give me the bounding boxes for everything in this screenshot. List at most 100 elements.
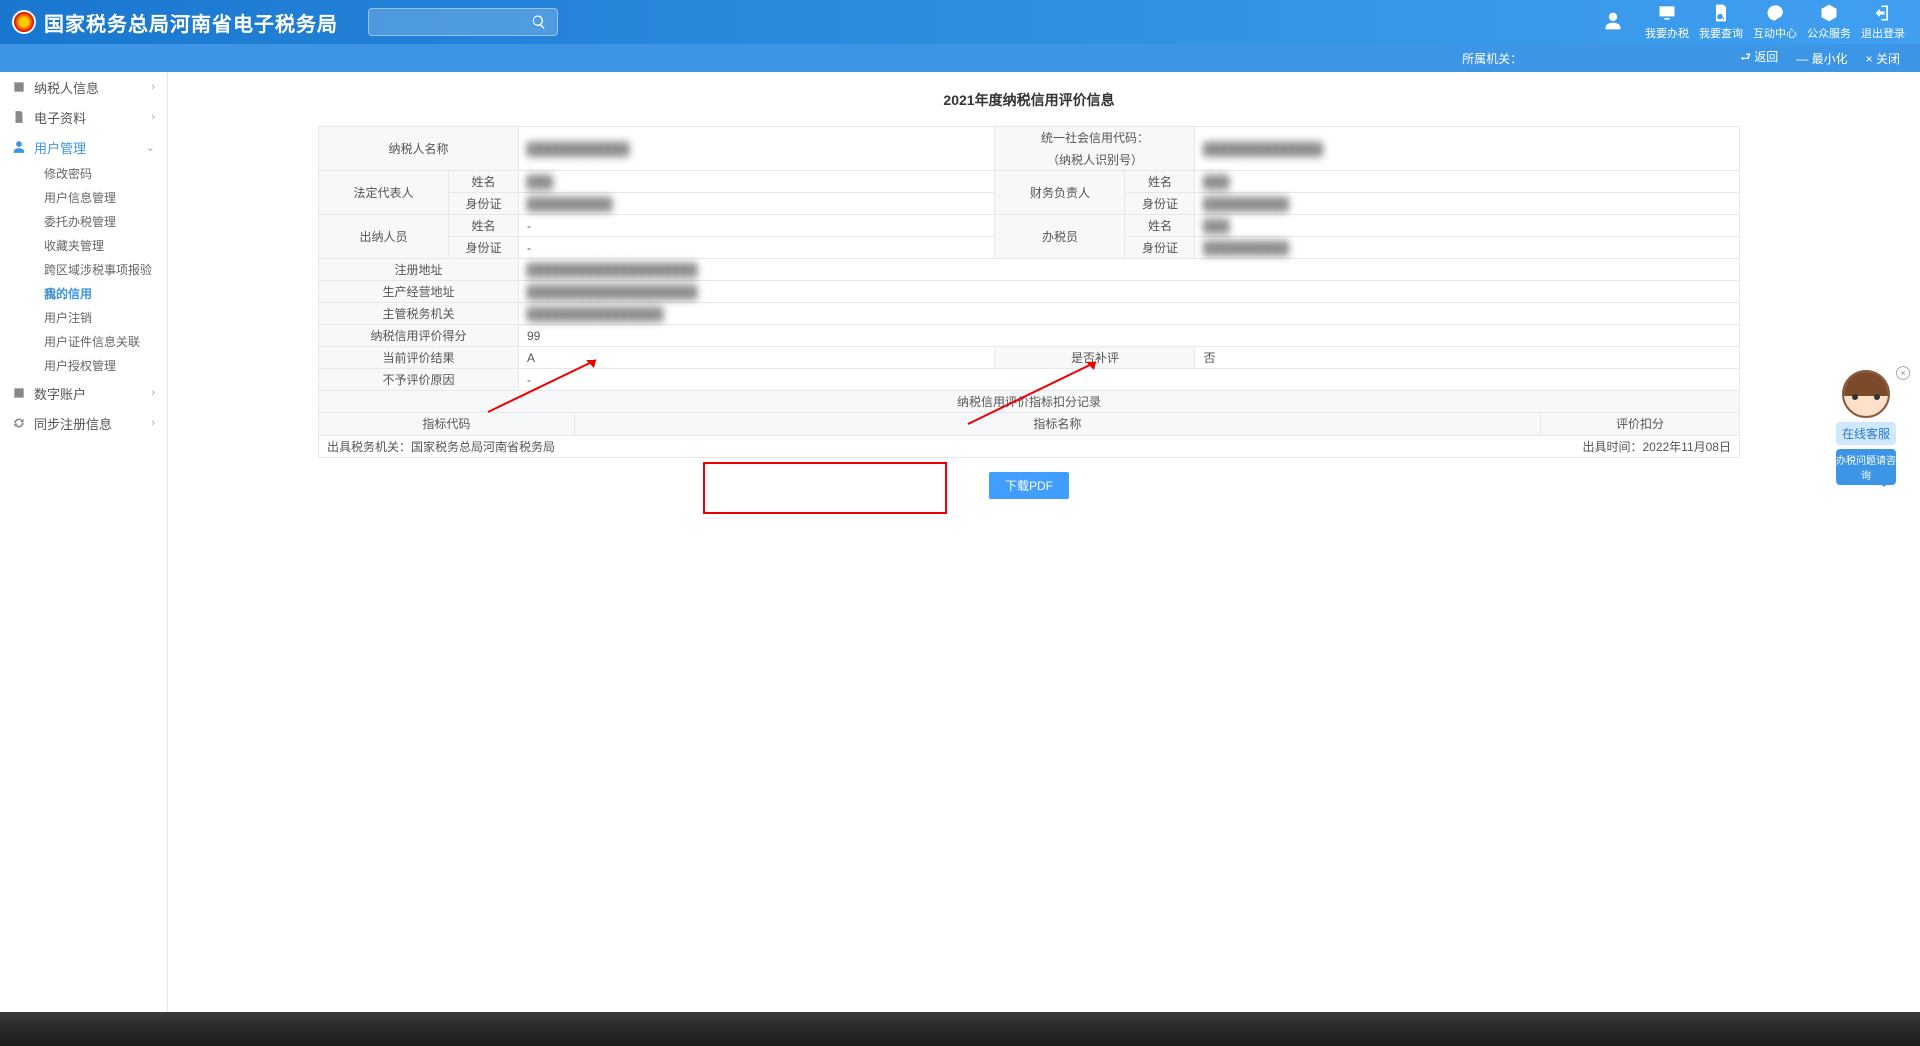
search-icon — [531, 14, 547, 30]
val-cashier-id: - — [519, 237, 995, 259]
os-taskbar[interactable] — [0, 1012, 1920, 1046]
cube-icon — [1819, 3, 1839, 23]
chevron-right-icon: › — [151, 81, 155, 93]
lbl-score: 纳税信用评价得分 — [319, 325, 519, 347]
col-code: 指标代码 — [319, 413, 575, 435]
col-deduct: 评价扣分 — [1541, 413, 1740, 435]
user-icon — [1603, 11, 1623, 31]
app-title: 国家税务总局河南省电子税务局 — [44, 8, 338, 37]
chevron-right-icon: › — [151, 417, 155, 429]
top-header: 国家税务总局河南省电子税务局 我要办税 我要查询 互动中心 公众服务 退出登录 — [0, 0, 1920, 44]
val-no-eval: - — [519, 369, 1740, 391]
val-legal-name: ███ — [519, 171, 995, 193]
chat-icon — [1765, 3, 1785, 23]
sidebar-item-delegate[interactable]: 委托办税管理 — [0, 210, 167, 234]
lbl-cashier: 出纳人员 — [319, 215, 449, 259]
lbl-result: 当前评价结果 — [319, 347, 519, 369]
lbl-taxpayer-name: 纳税人名称 — [319, 127, 519, 171]
nav-logout[interactable]: 退出登录 — [1856, 0, 1910, 44]
val-taxpayer-name: ████████████ — [519, 127, 995, 171]
minimize-link[interactable]: — 最小化 — [1796, 50, 1847, 67]
val-uscc: ██████████████ — [1195, 127, 1740, 171]
nav-interact[interactable]: 互动中心 — [1748, 0, 1802, 44]
sidebar-item-change-pwd[interactable]: 修改密码 — [0, 162, 167, 186]
emblem-icon — [12, 10, 36, 34]
sidebar-user-mgmt[interactable]: 用户管理⌄ — [0, 132, 167, 162]
sidebar-item-cross-region[interactable]: 跨区域涉税事项报验用... — [0, 258, 167, 282]
nav-user[interactable] — [1586, 0, 1640, 44]
sidebar-item-my-credit[interactable]: 我的信用 — [0, 282, 167, 306]
sidebar-item-favorites[interactable]: 收藏夹管理 — [0, 234, 167, 258]
sidebar-digital-acct[interactable]: 数字账户› — [0, 378, 167, 408]
service-subtitle: 办税问题请咨询 — [1836, 449, 1896, 485]
sidebar-sync-reg[interactable]: 同步注册信息› — [0, 408, 167, 438]
deduct-table: 指标代码 指标名称 评价扣分 — [318, 413, 1740, 436]
lbl-id: 身份证 — [1125, 193, 1195, 215]
sync-icon — [12, 416, 26, 430]
close-icon[interactable]: × — [1896, 366, 1910, 380]
lbl-id: 身份证 — [1125, 237, 1195, 259]
val-legal-id: ██████████ — [519, 193, 995, 215]
lbl-name: 姓名 — [1125, 171, 1195, 193]
nav-public[interactable]: 公众服务 — [1802, 0, 1856, 44]
sidebar-edoc[interactable]: 电子资料› — [0, 102, 167, 132]
customer-service-widget[interactable]: × 在线客服 办税问题请咨询 — [1836, 370, 1896, 485]
val-score: 99 — [519, 325, 1740, 347]
issue-date: 出具时间：2022年11月08日 — [1582, 438, 1731, 455]
val-agent-name: ███ — [1195, 215, 1740, 237]
service-title: 在线客服 — [1836, 422, 1896, 445]
lbl-uscc-sub: （纳税人识别号） — [995, 149, 1195, 171]
sidebar: 纳税人信息› 电子资料› 用户管理⌄ 修改密码 用户信息管理 委托办税管理 收藏… — [0, 72, 168, 1046]
sub-bar: 所属机关： ⮐ 返回 — 最小化 × 关闭 — [0, 44, 1920, 72]
footer-row: 出具税务机关：国家税务总局河南省税务局 出具时间：2022年11月08日 — [318, 436, 1740, 458]
org-label: 所属机关： — [1462, 50, 1522, 67]
user-icon — [12, 140, 26, 154]
val-agent-id: ██████████ — [1195, 237, 1740, 259]
val-reg-addr: ████████████████████ — [519, 259, 1740, 281]
lbl-tax-auth: 主管税务机关 — [319, 303, 519, 325]
lbl-legal: 法定代表人 — [319, 171, 449, 215]
close-link[interactable]: × 关闭 — [1866, 50, 1900, 67]
nav-query[interactable]: 我要查询 — [1694, 0, 1748, 44]
val-tax-auth: ████████████████ — [519, 303, 1740, 325]
sidebar-item-auth-mgmt[interactable]: 用户授权管理 — [0, 354, 167, 378]
lbl-name: 姓名 — [449, 215, 519, 237]
avatar-icon — [1842, 370, 1890, 418]
doc-icon — [12, 80, 26, 94]
val-result: A — [519, 347, 995, 369]
sidebar-item-user-info[interactable]: 用户信息管理 — [0, 186, 167, 210]
chevron-down-icon: ⌄ — [146, 141, 155, 154]
val-cashier-name: - — [519, 215, 995, 237]
lbl-id: 身份证 — [449, 193, 519, 215]
issuer: 出具税务机关：国家税务总局河南省税务局 — [327, 438, 555, 455]
search-input[interactable] — [368, 8, 558, 36]
file-icon — [12, 110, 26, 124]
download-pdf-button[interactable]: 下载PDF — [989, 472, 1069, 499]
page-title: 2021年度纳税信用评价信息 — [318, 90, 1740, 110]
sidebar-taxpayer-info[interactable]: 纳税人信息› — [0, 72, 167, 102]
val-supplement: 否 — [1195, 347, 1740, 369]
chevron-right-icon: › — [151, 111, 155, 123]
button-row: 下载PDF — [318, 472, 1740, 499]
lbl-agent: 办税员 — [995, 215, 1125, 259]
sidebar-item-user-cancel[interactable]: 用户注销 — [0, 306, 167, 330]
lbl-finance: 财务负责人 — [995, 171, 1125, 215]
sidebar-item-cert-link[interactable]: 用户证件信息关联 — [0, 330, 167, 354]
file-search-icon — [1711, 3, 1731, 23]
annotation-box — [703, 462, 947, 514]
header-nav: 我要办税 我要查询 互动中心 公众服务 退出登录 — [1586, 0, 1910, 44]
val-biz-addr: ████████████████████ — [519, 281, 1740, 303]
lbl-uscc: 统一社会信用代码： — [995, 127, 1195, 149]
lbl-biz-addr: 生产经营地址 — [319, 281, 519, 303]
lbl-id: 身份证 — [449, 237, 519, 259]
val-finance-id: ██████████ — [1195, 193, 1740, 215]
monitor-icon — [1657, 3, 1677, 23]
wallet-icon — [12, 386, 26, 400]
nav-tax[interactable]: 我要办税 — [1640, 0, 1694, 44]
chevron-right-icon: › — [151, 387, 155, 399]
lbl-reg-addr: 注册地址 — [319, 259, 519, 281]
lbl-name: 姓名 — [1125, 215, 1195, 237]
back-link[interactable]: ⮐ 返回 — [1740, 48, 1778, 69]
col-name: 指标名称 — [574, 413, 1540, 435]
credit-info-table: 纳税人名称 ████████████ 统一社会信用代码： ███████████… — [318, 126, 1740, 391]
